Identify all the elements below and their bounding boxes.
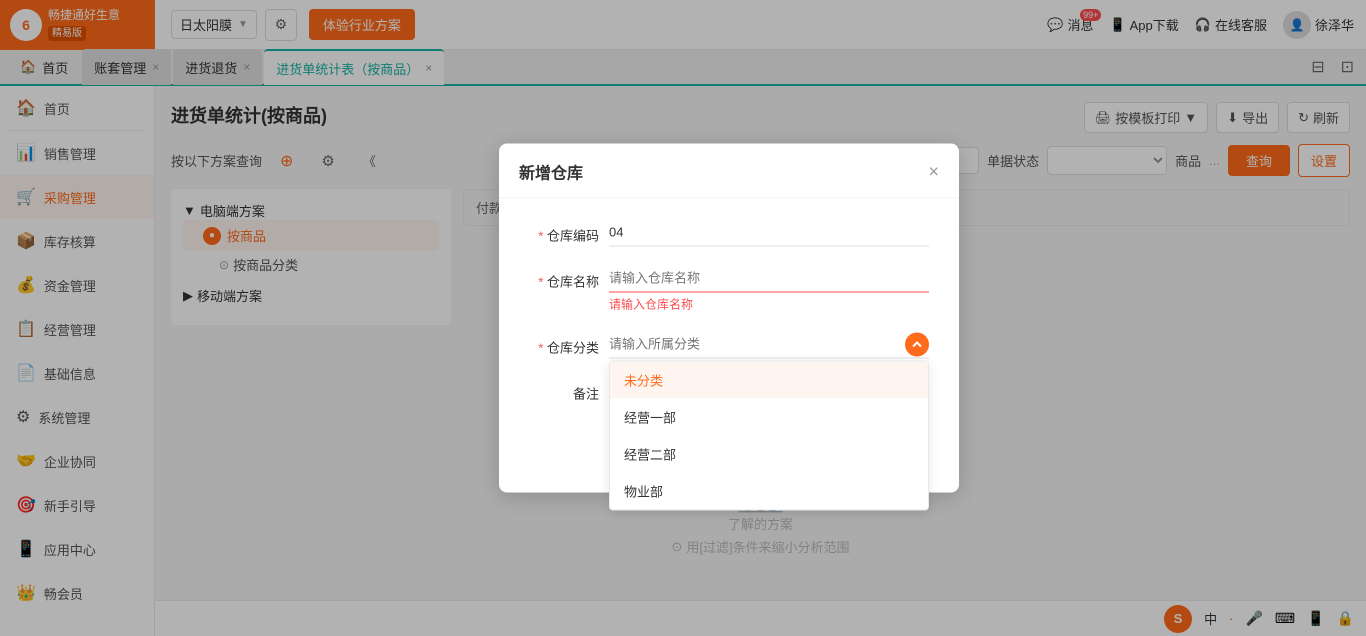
chevron-up-icon: [911, 339, 923, 351]
category-option-dept1[interactable]: 经营一部: [610, 399, 928, 436]
warehouse-code-input[interactable]: [609, 219, 929, 247]
warehouse-name-error: 请输入仓库名称: [609, 296, 929, 313]
warehouse-name-row: * 仓库名称 请输入仓库名称: [529, 265, 929, 313]
category-option-unclassified[interactable]: 未分类: [610, 362, 928, 399]
category-option-dept2[interactable]: 经营二部: [610, 436, 928, 473]
warehouse-category-label: * 仓库分类: [529, 331, 609, 357]
required-star: *: [538, 229, 543, 244]
warehouse-category-input[interactable]: [609, 331, 929, 359]
dialog-header: 新增仓库 ×: [499, 144, 959, 199]
warehouse-category-row: * 仓库分类 未分类 经营一部 经营二部 物业部: [529, 331, 929, 359]
warehouse-code-row: * 仓库编码: [529, 219, 929, 247]
warehouse-name-field: 请输入仓库名称: [609, 265, 929, 313]
category-option-property[interactable]: 物业部: [610, 473, 928, 510]
dialog-title: 新增仓库: [519, 160, 583, 184]
warehouse-code-label: * 仓库编码: [529, 219, 609, 245]
required-star: *: [538, 275, 543, 290]
warehouse-name-label: * 仓库名称: [529, 265, 609, 291]
add-warehouse-dialog: 新增仓库 × * 仓库编码 * 仓库名称 请输入仓库名称 *: [499, 144, 959, 493]
category-dropdown-toggle[interactable]: [905, 333, 929, 357]
warehouse-name-input[interactable]: [609, 265, 929, 293]
category-dropdown-list: 未分类 经营一部 经营二部 物业部: [609, 361, 929, 511]
warehouse-category-dropdown: 未分类 经营一部 经营二部 物业部: [609, 331, 929, 359]
dialog-close-button[interactable]: ×: [928, 161, 939, 182]
dialog-body: * 仓库编码 * 仓库名称 请输入仓库名称 * 仓库分类: [499, 199, 959, 437]
required-star: *: [538, 341, 543, 356]
remark-label: 备注: [529, 377, 609, 403]
